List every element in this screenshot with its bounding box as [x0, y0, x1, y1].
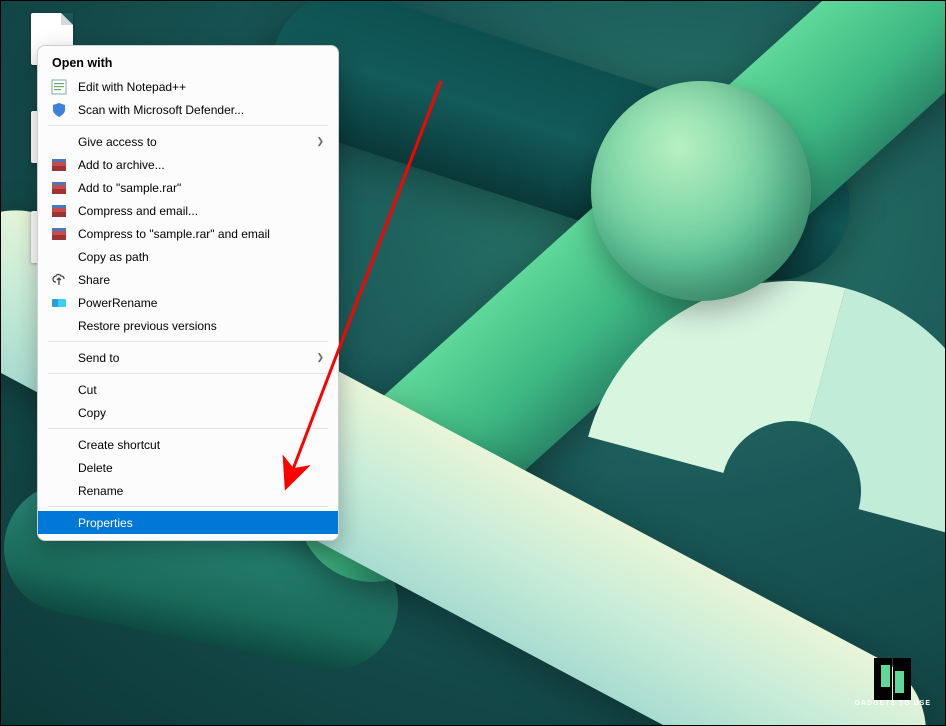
menu-item-cut[interactable]: Cut	[38, 378, 338, 401]
chevron-right-icon: ❯	[316, 136, 324, 147]
menu-item-compress-sample-email[interactable]: Compress to "sample.rar" and email	[38, 222, 338, 245]
menu-separator	[48, 341, 328, 342]
menu-item-powerrename[interactable]: PowerRename	[38, 291, 338, 314]
blank-icon	[50, 405, 68, 421]
blank-icon	[50, 437, 68, 453]
menu-separator	[48, 125, 328, 126]
context-menu: Open with Edit with Notepad++ Scan with …	[37, 45, 339, 541]
menu-item-send-to[interactable]: Send to ❯	[38, 346, 338, 369]
menu-item-copy[interactable]: Copy	[38, 401, 338, 424]
blank-icon	[50, 483, 68, 499]
menu-item-scan-defender[interactable]: Scan with Microsoft Defender...	[38, 98, 338, 121]
blank-icon	[50, 382, 68, 398]
chevron-right-icon: ❯	[316, 352, 324, 363]
blank-icon	[50, 134, 68, 150]
menu-item-label: Add to "sample.rar"	[78, 181, 181, 195]
menu-item-copy-path[interactable]: Copy as path	[38, 245, 338, 268]
menu-item-label: Delete	[78, 461, 113, 475]
menu-item-label: Copy	[78, 406, 106, 420]
menu-item-rename[interactable]: Rename	[38, 479, 338, 502]
menu-item-label: Send to	[78, 351, 119, 365]
winrar-icon	[50, 180, 68, 196]
menu-item-label: Copy as path	[78, 250, 149, 264]
watermark-text: GADGETS TO USE	[855, 700, 932, 707]
blank-icon	[50, 460, 68, 476]
menu-separator	[48, 428, 328, 429]
menu-item-label: Edit with Notepad++	[78, 80, 186, 94]
menu-item-label: Scan with Microsoft Defender...	[78, 103, 244, 117]
powerrename-icon	[50, 295, 68, 311]
blank-icon	[50, 318, 68, 334]
menu-item-label: Compress to "sample.rar" and email	[78, 227, 270, 241]
menu-item-properties[interactable]: Properties	[38, 511, 338, 534]
menu-item-create-shortcut[interactable]: Create shortcut	[38, 433, 338, 456]
blank-icon	[50, 515, 68, 531]
menu-item-label: Rename	[78, 484, 123, 498]
menu-item-give-access[interactable]: Give access to ❯	[38, 130, 338, 153]
menu-item-compress-email[interactable]: Compress and email...	[38, 199, 338, 222]
shield-icon	[50, 102, 68, 118]
menu-item-label: Create shortcut	[78, 438, 160, 452]
menu-item-label: Add to archive...	[78, 158, 165, 172]
menu-item-label: Restore previous versions	[78, 319, 217, 333]
winrar-icon	[50, 157, 68, 173]
menu-item-label: Share	[78, 273, 110, 287]
watermark-logo: GADGETS TO USE	[855, 658, 932, 707]
menu-item-label: Give access to	[78, 135, 157, 149]
menu-item-add-sample-rar[interactable]: Add to "sample.rar"	[38, 176, 338, 199]
menu-item-edit-notepad[interactable]: Edit with Notepad++	[38, 75, 338, 98]
blank-icon	[50, 350, 68, 366]
winrar-icon	[50, 203, 68, 219]
menu-item-label: PowerRename	[78, 296, 157, 310]
menu-item-delete[interactable]: Delete	[38, 456, 338, 479]
menu-item-share[interactable]: Share	[38, 268, 338, 291]
winrar-icon	[50, 226, 68, 242]
menu-item-label: Properties	[78, 516, 133, 530]
menu-item-restore-versions[interactable]: Restore previous versions	[38, 314, 338, 337]
menu-separator	[48, 506, 328, 507]
menu-title: Open with	[38, 50, 338, 75]
share-icon	[50, 272, 68, 288]
menu-item-label: Compress and email...	[78, 204, 198, 218]
menu-item-label: Cut	[78, 383, 97, 397]
menu-separator	[48, 373, 328, 374]
blank-icon	[50, 249, 68, 265]
menu-item-add-archive[interactable]: Add to archive...	[38, 153, 338, 176]
notepad-icon	[50, 79, 68, 95]
